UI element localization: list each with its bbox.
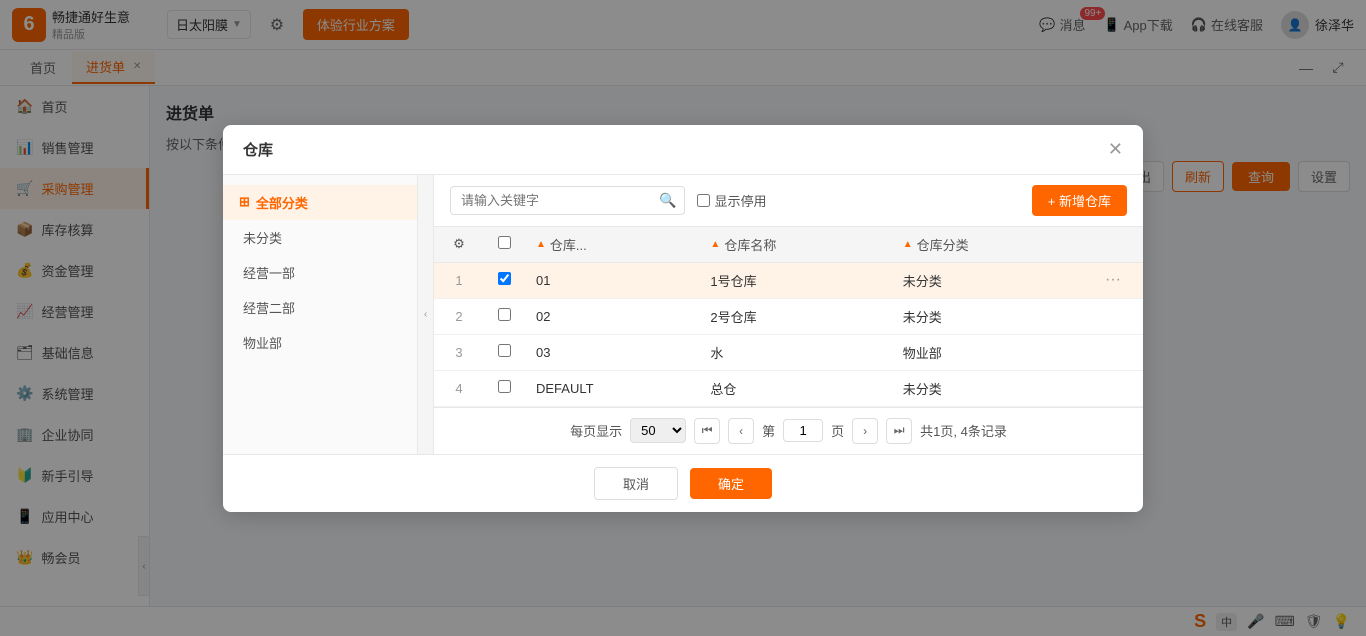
page-prev-btn[interactable]: ‹ [728,418,754,444]
row3-cb[interactable] [484,334,524,370]
row4-cb[interactable] [484,370,524,406]
select-all-checkbox[interactable] [498,236,511,249]
row3-name: 水 [698,334,890,370]
modal-content: 🔍 显示停用 + 新增仓库 ⚙ [434,175,1143,454]
page-prefix-label: 第 [762,421,775,440]
col-actions [1083,227,1143,263]
modal-footer: 取消 确定 [223,454,1143,512]
modal-sidebar-collapse[interactable]: ‹ [418,175,434,454]
modal-body: ⊞ 全部分类 未分类 经营一部 经营二部 物业部 ‹ 🔍 [223,175,1143,454]
page-suffix-label: 页 [831,421,844,440]
row1-checkbox[interactable] [498,272,511,285]
row4-name: 总仓 [698,370,890,406]
col-gear: ⚙ [434,227,484,263]
col-code-label: 仓库... [550,235,587,254]
table-row[interactable]: 2 02 2号仓库 未分类 [434,298,1143,334]
sort-icon-category: ▲ [903,239,913,250]
col-category: ▲ 仓库分类 [891,227,1083,263]
row3-num: 3 [434,334,484,370]
confirm-button[interactable]: 确定 [690,468,772,499]
row2-name: 2号仓库 [698,298,890,334]
row4-actions[interactable] [1083,370,1143,406]
row1-actions[interactable]: ··· [1083,262,1143,298]
show-disabled-checkbox[interactable]: 显示停用 [697,191,766,210]
show-disabled-label: 显示停用 [714,191,766,210]
sort-icon-name: ▲ [710,239,720,250]
page-number-input[interactable] [783,419,823,442]
row1-name: 1号仓库 [698,262,890,298]
show-disabled-input[interactable] [697,194,710,207]
chevron-left-icon: ‹ [424,309,427,320]
modal-pagination: 每页显示 50 100 ⏮ ‹ 第 页 › ⏭ 共1页, 4条记录 [434,407,1143,454]
page-last-btn[interactable]: ⏭ [886,418,912,444]
row2-actions[interactable] [1083,298,1143,334]
col-name: ▲ 仓库名称 [698,227,890,263]
search-icon-button[interactable]: 🔍 [651,187,684,214]
table-row[interactable]: 3 03 水 物业部 [434,334,1143,370]
category-unclassified[interactable]: 未分类 [223,220,417,255]
row1-category: 未分类 [891,262,1083,298]
per-page-label: 每页显示 [570,421,622,440]
row2-cb[interactable] [484,298,524,334]
sort-icon-code: ▲ [536,239,546,250]
row4-checkbox[interactable] [498,380,511,393]
row4-num: 4 [434,370,484,406]
cancel-button[interactable]: 取消 [594,467,678,500]
grid-icon: ⊞ [239,194,250,210]
category-dept2[interactable]: 经营二部 [223,290,417,325]
page-first-btn[interactable]: ⏮ [694,418,720,444]
row2-code: 02 [524,298,698,334]
row4-code: DEFAULT [524,370,698,406]
modal-table: ⚙ ▲ 仓库... ▲ [434,227,1143,407]
col-code: ▲ 仓库... [524,227,698,263]
row3-category: 物业部 [891,334,1083,370]
category-all[interactable]: ⊞ 全部分类 [223,185,417,220]
add-warehouse-button[interactable]: + 新增仓库 [1032,185,1127,216]
table-row[interactable]: 4 DEFAULT 总仓 未分类 [434,370,1143,406]
modal-sidebar: ⊞ 全部分类 未分类 经营一部 经营二部 物业部 [223,175,418,454]
row1-cb[interactable] [484,262,524,298]
category-all-label: 全部分类 [256,193,308,212]
table-row[interactable]: 1 01 1号仓库 未分类 ··· [434,262,1143,298]
category-dept1[interactable]: 经营一部 [223,255,417,290]
col-category-label: 仓库分类 [917,235,969,254]
modal: 仓库 ✕ ⊞ 全部分类 未分类 经营一部 经营二部 物业部 ‹ [223,125,1143,512]
row1-num: 1 [434,262,484,298]
row2-num: 2 [434,298,484,334]
row3-actions[interactable] [1083,334,1143,370]
modal-search-box[interactable]: 🔍 [450,186,685,215]
row4-category: 未分类 [891,370,1083,406]
modal-toolbar: 🔍 显示停用 + 新增仓库 [434,175,1143,227]
modal-overlay: 仓库 ✕ ⊞ 全部分类 未分类 经营一部 经营二部 物业部 ‹ [0,0,1366,636]
col-name-label: 仓库名称 [724,235,776,254]
category-property[interactable]: 物业部 [223,325,417,360]
page-next-btn[interactable]: › [852,418,878,444]
row2-category: 未分类 [891,298,1083,334]
page-total: 共1页, 4条记录 [920,421,1007,440]
search-input[interactable] [451,188,651,213]
col-checkbox [484,227,524,263]
row2-checkbox[interactable] [498,308,511,321]
modal-header: 仓库 ✕ [223,125,1143,175]
per-page-select[interactable]: 50 100 [630,418,686,443]
row3-code: 03 [524,334,698,370]
modal-title: 仓库 [243,139,273,160]
row1-code: 01 [524,262,698,298]
close-icon[interactable]: ✕ [1108,140,1123,158]
row3-checkbox[interactable] [498,344,511,357]
